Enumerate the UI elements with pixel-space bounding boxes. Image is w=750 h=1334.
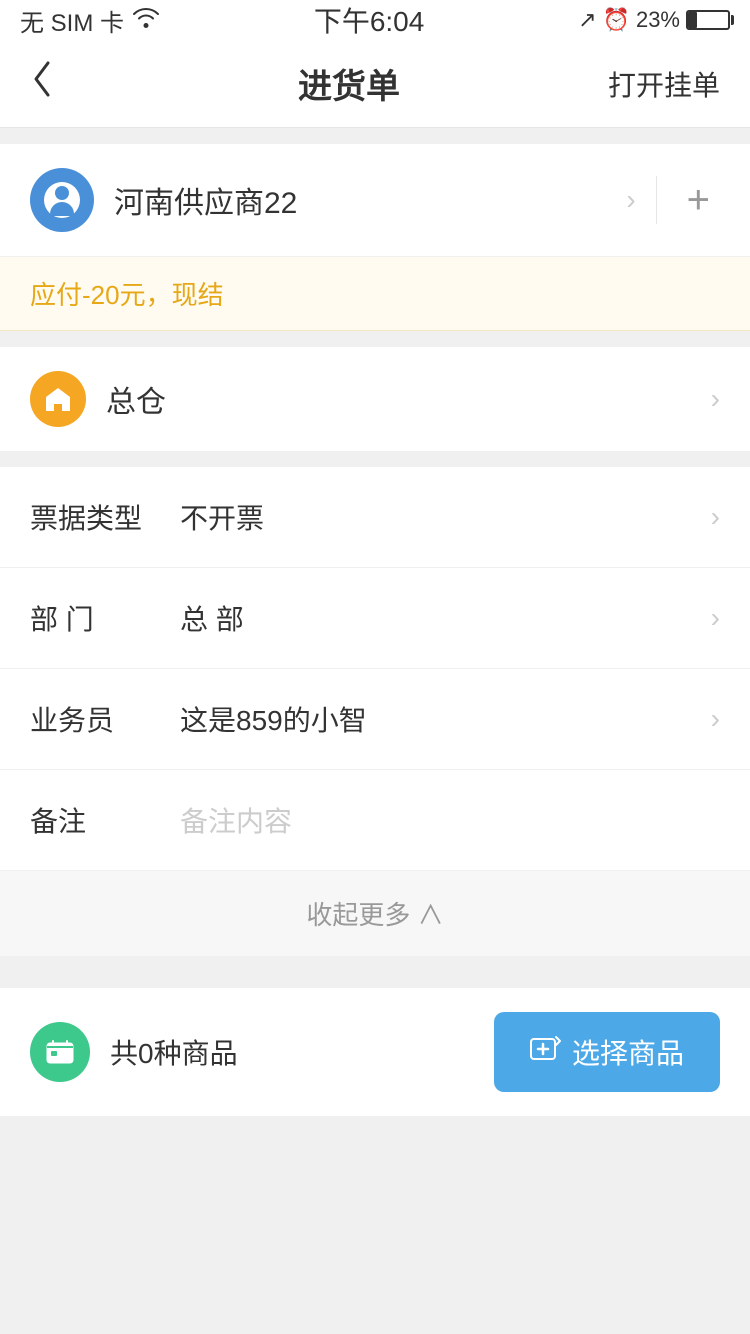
status-time: 下午6:04 <box>314 0 425 40</box>
select-product-icon <box>530 1035 562 1070</box>
warehouse-section: 总仓 › <box>0 347 750 451</box>
invoice-type-label: 票据类型 <box>30 497 150 537</box>
battery-icon <box>686 10 730 30</box>
notice-banner: 应付-20元，现结 <box>0 257 750 331</box>
salesperson-value: 这是859的小智 <box>180 699 701 739</box>
select-product-button[interactable]: 选择商品 <box>494 1012 720 1092</box>
section-gap-2 <box>0 331 750 347</box>
salesperson-chevron-icon: › <box>711 703 720 735</box>
warehouse-row[interactable]: 总仓 › <box>0 347 750 451</box>
select-product-label: 选择商品 <box>572 1032 684 1072</box>
chevron-right-icon: › <box>626 184 635 216</box>
warehouse-chevron-icon: › <box>711 383 720 415</box>
remark-label: 备注 <box>30 800 150 840</box>
back-button[interactable] <box>30 59 90 108</box>
status-carrier: 无 SIM 卡 <box>20 3 160 38</box>
supplier-row[interactable]: 河南供应商22 › + <box>0 144 750 257</box>
form-section: 票据类型 不开票 › 部 门 总 部 › 业务员 这是859的小智 › 备注 备… <box>0 467 750 871</box>
department-value: 总 部 <box>180 598 701 638</box>
supplier-avatar <box>30 168 94 232</box>
supplier-section: 河南供应商22 › + 应付-20元，现结 <box>0 144 750 331</box>
status-right: ↗ ⏰ 23% <box>578 7 730 33</box>
notice-text: 应付-20元，现结 <box>30 280 224 310</box>
page-title: 进货单 <box>298 59 400 108</box>
remark-row[interactable]: 备注 备注内容 <box>0 770 750 871</box>
supplier-divider <box>656 176 657 224</box>
department-row[interactable]: 部 门 总 部 › <box>0 568 750 669</box>
add-supplier-button[interactable]: + <box>677 178 720 223</box>
collapse-button[interactable]: 收起更多 ∧ <box>0 871 750 956</box>
salesperson-label: 业务员 <box>30 699 150 739</box>
department-chevron-icon: › <box>711 602 720 634</box>
supplier-name: 河南供应商22 <box>114 178 616 222</box>
section-gap-3 <box>0 451 750 467</box>
open-pending-button[interactable]: 打开挂单 <box>608 64 720 104</box>
bottom-bar: 共0种商品 选择商品 <box>0 988 750 1116</box>
status-bar: 无 SIM 卡 下午6:04 ↗ ⏰ 23% <box>0 0 750 40</box>
warehouse-name: 总仓 <box>106 377 701 421</box>
carrier-text: 无 SIM 卡 <box>20 3 124 38</box>
invoice-chevron-icon: › <box>711 501 720 533</box>
warehouse-icon <box>30 371 86 427</box>
section-gap-1 <box>0 128 750 144</box>
remark-value: 备注内容 <box>180 800 720 840</box>
alarm-icon: ⏰ <box>603 7 630 33</box>
product-icon <box>30 1022 90 1082</box>
wifi-icon <box>132 6 160 35</box>
invoice-type-row[interactable]: 票据类型 不开票 › <box>0 467 750 568</box>
avatar-inner <box>44 182 80 218</box>
section-gap-4 <box>0 956 750 972</box>
invoice-type-value: 不开票 <box>180 497 701 537</box>
nav-bar: 进货单 打开挂单 <box>0 40 750 128</box>
location-icon: ↗ <box>578 7 596 33</box>
salesperson-row[interactable]: 业务员 这是859的小智 › <box>0 669 750 770</box>
product-count: 共0种商品 <box>110 1032 494 1072</box>
battery-percent: 23% <box>636 7 680 33</box>
department-label: 部 门 <box>30 598 150 638</box>
